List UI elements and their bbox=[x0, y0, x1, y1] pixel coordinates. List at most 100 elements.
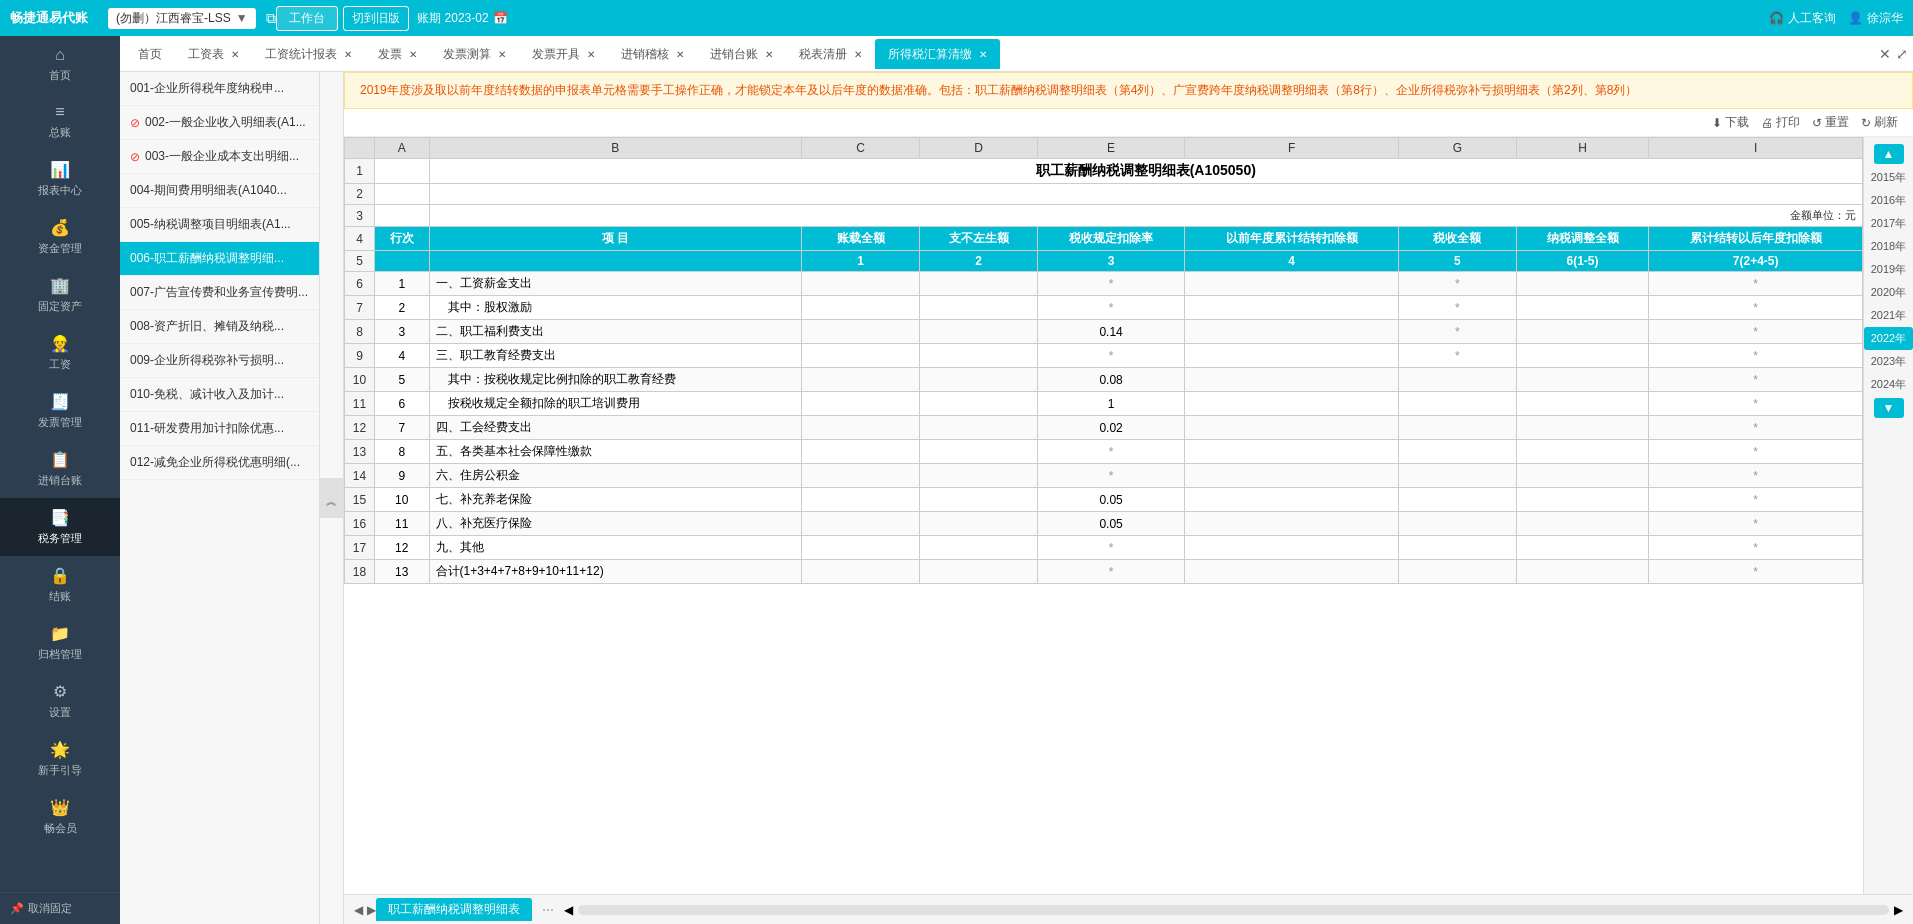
sidebar-item-report[interactable]: 📊 报表中心 bbox=[0, 150, 120, 208]
sidebar: ⌂ 首页 ≡ 总账 📊 报表中心 💰 资金管理 🏢 固定资产 👷 工资 bbox=[0, 36, 120, 924]
sidebar-item-label: 归档管理 bbox=[38, 647, 82, 662]
cancel-fixed-btn[interactable]: 📌 取消固定 bbox=[0, 893, 120, 924]
tab-sales-ledger[interactable]: 进销台账✕ bbox=[697, 39, 786, 69]
download-button[interactable]: ⬇ 下载 bbox=[1712, 114, 1749, 131]
tab-invoice-calc[interactable]: 发票测算✕ bbox=[430, 39, 519, 69]
header-row-c: 账载全额 bbox=[802, 227, 920, 251]
year-2023[interactable]: 2023年 bbox=[1864, 350, 1913, 373]
tab-home[interactable]: 首页 bbox=[125, 39, 175, 69]
col-header-rownum bbox=[345, 138, 375, 159]
tab-close-all-btn[interactable]: ✕ bbox=[1879, 46, 1891, 62]
report-item-007[interactable]: 007-广告宣传费和业务宣传费明... bbox=[120, 276, 319, 310]
close-tab-income-tax[interactable]: ✕ bbox=[979, 49, 987, 60]
sidebar-item-tax-mgmt[interactable]: 📑 税务管理 bbox=[0, 498, 120, 556]
sidebar-item-closing[interactable]: 🔒 结账 bbox=[0, 556, 120, 614]
report-item-label: 011-研发费用加计扣除优惠... bbox=[130, 420, 284, 437]
year-nav-down[interactable]: ▼ bbox=[1874, 398, 1904, 418]
sidebar-item-invoice[interactable]: 🧾 发票管理 bbox=[0, 382, 120, 440]
report-item-009[interactable]: 009-企业所得税弥补亏损明... bbox=[120, 344, 319, 378]
close-tab-salary-report[interactable]: ✕ bbox=[344, 49, 352, 60]
report-item-011[interactable]: 011-研发费用加计扣除优惠... bbox=[120, 412, 319, 446]
tab-salary-report[interactable]: 工资统计报表✕ bbox=[252, 39, 365, 69]
scroll-area-left[interactable]: ◀ bbox=[564, 903, 573, 917]
close-tab-invoice-issue[interactable]: ✕ bbox=[587, 49, 595, 60]
switch-button[interactable]: 切到旧版 bbox=[343, 6, 409, 31]
sidebar-item-fixed-asset[interactable]: 🏢 固定资产 bbox=[0, 266, 120, 324]
company-selector[interactable]: (勿删）江西睿宝-LSS ▼ bbox=[108, 8, 256, 29]
sidebar-item-asset-mgmt[interactable]: 💰 资金管理 bbox=[0, 208, 120, 266]
year-2015[interactable]: 2015年 bbox=[1864, 166, 1913, 189]
sidebar-item-salary[interactable]: 👷 工资 bbox=[0, 324, 120, 382]
user-service-btn[interactable]: 🎧 人工客询 bbox=[1769, 10, 1836, 27]
report-item-004[interactable]: 004-期间费用明细表(A1040... bbox=[120, 174, 319, 208]
close-tab-check[interactable]: ✕ bbox=[676, 49, 684, 60]
scroll-right-arrow[interactable]: ▶ bbox=[367, 903, 376, 917]
settings-icon: ⚙ bbox=[53, 682, 67, 701]
cancel-label: 取消固定 bbox=[28, 901, 72, 916]
sidebar-item-home[interactable]: ⌂ 首页 bbox=[0, 36, 120, 93]
sidebar-item-sales-ledger[interactable]: 📋 进销台账 bbox=[0, 440, 120, 498]
sidebar-item-label: 新手引导 bbox=[38, 763, 82, 778]
year-2019[interactable]: 2019年 bbox=[1864, 258, 1913, 281]
salary-icon: 👷 bbox=[50, 334, 70, 353]
headset-icon: 🎧 bbox=[1769, 11, 1784, 25]
close-tab-invoice[interactable]: ✕ bbox=[409, 49, 417, 60]
sidebar-item-member[interactable]: 👑 畅会员 bbox=[0, 788, 120, 846]
tab-income-tax[interactable]: 所得税汇算清缴✕ bbox=[875, 39, 1000, 69]
year-2018[interactable]: 2018年 bbox=[1864, 235, 1913, 258]
more-sheets-btn[interactable]: ⋯ bbox=[542, 903, 554, 917]
col-header-D: D bbox=[920, 138, 1038, 159]
report-item-010[interactable]: 010-免税、减计收入及加计... bbox=[120, 378, 319, 412]
year-2017[interactable]: 2017年 bbox=[1864, 212, 1913, 235]
report-item-008[interactable]: 008-资产折旧、摊销及纳税... bbox=[120, 310, 319, 344]
report-item-006[interactable]: 006-职工薪酬纳税调整明细... bbox=[120, 242, 319, 276]
sheet-tab-salary[interactable]: 职工薪酬纳税调整明细表 bbox=[376, 898, 532, 921]
tab-salary-table[interactable]: 工资表✕ bbox=[175, 39, 252, 69]
report-item-005[interactable]: 005-纳税调整项目明细表(A1... bbox=[120, 208, 319, 242]
report-item-label: 005-纳税调整项目明细表(A1... bbox=[130, 216, 291, 233]
year-2024[interactable]: 2024年 bbox=[1864, 373, 1913, 396]
year-2016[interactable]: 2016年 bbox=[1864, 189, 1913, 212]
tab-invoice-issue[interactable]: 发票开具✕ bbox=[519, 39, 608, 69]
report-item-002[interactable]: ⊘ 002-一般企业收入明细表(A1... bbox=[120, 106, 319, 140]
refresh-button[interactable]: ↻ 刷新 bbox=[1861, 114, 1898, 131]
close-tab-sales-ledger[interactable]: ✕ bbox=[765, 49, 773, 60]
sidebar-item-archive[interactable]: 📁 归档管理 bbox=[0, 614, 120, 672]
reset-button[interactable]: ↺ 重置 bbox=[1812, 114, 1849, 131]
col-header-E: E bbox=[1037, 138, 1184, 159]
user-avatar-area[interactable]: 👤 徐淙华 bbox=[1848, 10, 1903, 27]
header-row-h: 纳税调整全额 bbox=[1516, 227, 1649, 251]
report-item-012[interactable]: 012-减免企业所得税优惠明细(... bbox=[120, 446, 319, 480]
close-tab-tax-table[interactable]: ✕ bbox=[854, 49, 862, 60]
table-row: 4 行次 项 目 账载全额 支不左生额 税收规定扣除率 以前年度累计结转扣除额 … bbox=[345, 227, 1863, 251]
page-content: 001-企业所得税年度纳税申... ⊘ 002-一般企业收入明细表(A1... … bbox=[120, 72, 1913, 924]
close-tab-salary[interactable]: ✕ bbox=[231, 49, 239, 60]
copy-icon-btn[interactable]: ⧉ bbox=[266, 10, 276, 27]
scroll-left-arrow[interactable]: ◀ bbox=[354, 903, 363, 917]
report-item-001[interactable]: 001-企业所得税年度纳税申... bbox=[120, 72, 319, 106]
tab-invoice[interactable]: 发票✕ bbox=[365, 39, 430, 69]
report-item-label: 004-期间费用明细表(A1040... bbox=[130, 182, 287, 199]
sidebar-item-label: 结账 bbox=[49, 589, 71, 604]
sidebar-item-label: 畅会员 bbox=[44, 821, 77, 836]
top-bar-right: 🎧 人工客询 👤 徐淙华 bbox=[1769, 10, 1903, 27]
report-item-003[interactable]: ⊘ 003-一般企业成本支出明细... bbox=[120, 140, 319, 174]
sidebar-item-guide[interactable]: 🌟 新手引导 bbox=[0, 730, 120, 788]
sidebar-item-settings[interactable]: ⚙ 设置 bbox=[0, 672, 120, 730]
workbench-button[interactable]: 工作台 bbox=[276, 6, 338, 31]
print-button[interactable]: 🖨 打印 bbox=[1761, 114, 1800, 131]
year-2022[interactable]: 2022年 bbox=[1864, 327, 1913, 350]
year-2020[interactable]: 2020年 bbox=[1864, 281, 1913, 304]
subheader-i: 7(2+4-5) bbox=[1649, 251, 1863, 272]
tab-maximize-btn[interactable]: ⤢ bbox=[1896, 46, 1908, 62]
tab-check[interactable]: 进销稽核✕ bbox=[608, 39, 697, 69]
scroll-area-right[interactable]: ▶ bbox=[1894, 903, 1903, 917]
spreadsheet-container[interactable]: A B C D E F G H I bbox=[344, 137, 1863, 894]
collapse-button[interactable]: 《 bbox=[320, 478, 343, 518]
horizontal-scrollbar[interactable] bbox=[578, 905, 1889, 915]
year-2021[interactable]: 2021年 bbox=[1864, 304, 1913, 327]
sidebar-item-ledger[interactable]: ≡ 总账 bbox=[0, 93, 120, 150]
tab-tax-table[interactable]: 税表清册✕ bbox=[786, 39, 875, 69]
year-nav-up[interactable]: ▲ bbox=[1874, 144, 1904, 164]
close-tab-invoice-calc[interactable]: ✕ bbox=[498, 49, 506, 60]
